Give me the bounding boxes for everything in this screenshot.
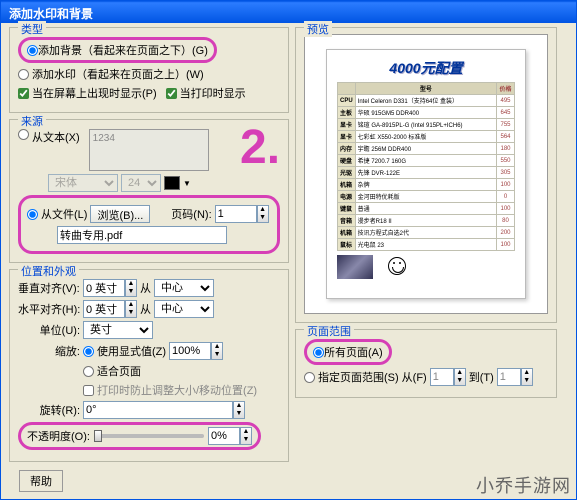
label-from-file: 从文件(L)	[41, 206, 87, 222]
opacity-label: 不透明度(O):	[27, 428, 90, 444]
file-name-input[interactable]	[57, 226, 227, 244]
highlight-opacity: 不透明度(O): ▲▼	[18, 422, 261, 450]
check-show-print[interactable]	[166, 88, 177, 99]
valign-input[interactable]	[83, 279, 125, 297]
halign-label: 水平对齐(H):	[18, 301, 80, 317]
range-to-input	[497, 368, 521, 386]
from-label-1: 从	[140, 280, 151, 296]
check-show-screen[interactable]	[18, 88, 29, 99]
scale-spinner[interactable]: ▲▼	[211, 342, 223, 360]
highlight-add-bg: 添加背景（看起来在页面之下）(G)	[18, 37, 217, 63]
radio-add-background[interactable]	[27, 45, 38, 56]
from-label: 从(F)	[402, 369, 427, 385]
halign-from-select[interactable]: 中心	[154, 300, 214, 318]
radio-page-range[interactable]	[304, 372, 315, 383]
halign-input[interactable]	[83, 300, 125, 318]
to-label: 到(T)	[469, 369, 494, 385]
radio-from-file[interactable]	[27, 209, 38, 220]
type-legend: 类型	[18, 21, 46, 37]
type-fieldset: 类型 添加背景（看起来在页面之下）(G) 添加水印（看起来在页面之上）(W) 当…	[9, 27, 289, 113]
scale-label: 缩放:	[18, 343, 80, 359]
browse-button[interactable]: 浏览(B)...	[90, 205, 150, 223]
label-lock: 打印时防止调整大小/移动位置(Z)	[97, 382, 257, 398]
smiley-icon	[388, 257, 406, 275]
label-explicit-scale: 使用显式值(Z)	[97, 343, 166, 359]
label-all-pages: 所有页面(A)	[324, 344, 383, 360]
range-from-input	[430, 368, 454, 386]
preview-fieldset: 预览 4000元配置 型号价格CPUIntel Celeron D331（支持6…	[295, 27, 557, 323]
radio-explicit-scale[interactable]	[83, 346, 94, 357]
from-label-2: 从	[140, 301, 151, 317]
scale-input[interactable]	[169, 342, 211, 360]
valign-spinner[interactable]: ▲▼	[125, 279, 137, 297]
unit-select[interactable]: 英寸	[83, 321, 153, 339]
opacity-input[interactable]	[208, 427, 240, 445]
label-show-print: 当打印时显示	[180, 85, 246, 101]
rotate-label: 旋转(R):	[18, 402, 80, 418]
opacity-slider[interactable]	[94, 434, 204, 438]
radio-all-pages[interactable]	[313, 347, 324, 358]
doc-title: 4000元配置	[337, 58, 515, 78]
range-to-spinner: ▲▼	[521, 368, 533, 386]
rotate-input[interactable]	[83, 401, 233, 419]
preview-legend: 预览	[304, 21, 332, 37]
site-watermark: 小乔手游网	[476, 472, 571, 498]
opacity-spinner[interactable]: ▲▼	[240, 427, 252, 445]
source-legend: 来源	[18, 113, 46, 129]
halign-spinner[interactable]: ▲▼	[125, 300, 137, 318]
position-fieldset: 位置和外观 垂直对齐(V): ▲▼ 从 中心 水平对齐(H): ▲▼ 从 中心 …	[9, 269, 289, 462]
radio-add-watermark[interactable]	[18, 69, 29, 80]
highlight-all-pages: 所有页面(A)	[304, 339, 392, 365]
range-fieldset: 页面范围 所有页面(A) 指定页面范围(S) 从(F) ▲▼ 到(T) ▲▼	[295, 329, 557, 398]
page-num-spinner[interactable]: ▲▼	[257, 205, 269, 223]
annotation-number-2: 2.	[240, 120, 280, 175]
check-lock[interactable]	[83, 385, 94, 396]
rotate-spinner[interactable]: ▲▼	[233, 401, 245, 419]
preview-document: 4000元配置 型号价格CPUIntel Celeron D331（支持64位 …	[326, 49, 526, 299]
position-legend: 位置和外观	[18, 263, 79, 279]
label-show-screen: 当在屏幕上出现时显示(P)	[32, 85, 157, 101]
doc-image-thumb	[337, 255, 373, 279]
help-button[interactable]: 帮助	[19, 470, 63, 492]
font-size-select: 24	[121, 174, 161, 192]
label-from-text: 从文本(X)	[32, 129, 80, 145]
label-fit-page: 适合页面	[97, 363, 141, 379]
label-add-background: 添加背景（看起来在页面之下）(G)	[38, 42, 208, 58]
radio-fit-page[interactable]	[83, 366, 94, 377]
page-num-input[interactable]	[215, 205, 257, 223]
preview-canvas: 4000元配置 型号价格CPUIntel Celeron D331（支持64位 …	[304, 34, 548, 314]
valign-label: 垂直对齐(V):	[18, 280, 80, 296]
unit-label: 单位(U):	[18, 322, 80, 338]
valign-from-select[interactable]: 中心	[154, 279, 214, 297]
radio-from-text[interactable]	[18, 129, 29, 140]
page-num-label: 页码(N):	[171, 206, 211, 222]
doc-table: 型号价格CPUIntel Celeron D331（支持64位 盒装）495主板…	[337, 82, 515, 251]
highlight-from-file: 从文件(L) 浏览(B)... 页码(N): ▲▼	[18, 195, 280, 254]
label-page-range: 指定页面范围(S)	[318, 369, 399, 385]
font-family-select: 宋体	[48, 174, 118, 192]
window-title: 添加水印和背景	[1, 1, 576, 23]
color-swatch[interactable]	[164, 176, 180, 190]
range-legend: 页面范围	[304, 323, 354, 339]
label-add-watermark: 添加水印（看起来在页面之上）(W)	[32, 66, 204, 82]
range-from-spinner: ▲▼	[454, 368, 466, 386]
chevron-down-icon[interactable]: ▼	[183, 179, 191, 188]
text-sample-box: 1234	[89, 129, 209, 171]
